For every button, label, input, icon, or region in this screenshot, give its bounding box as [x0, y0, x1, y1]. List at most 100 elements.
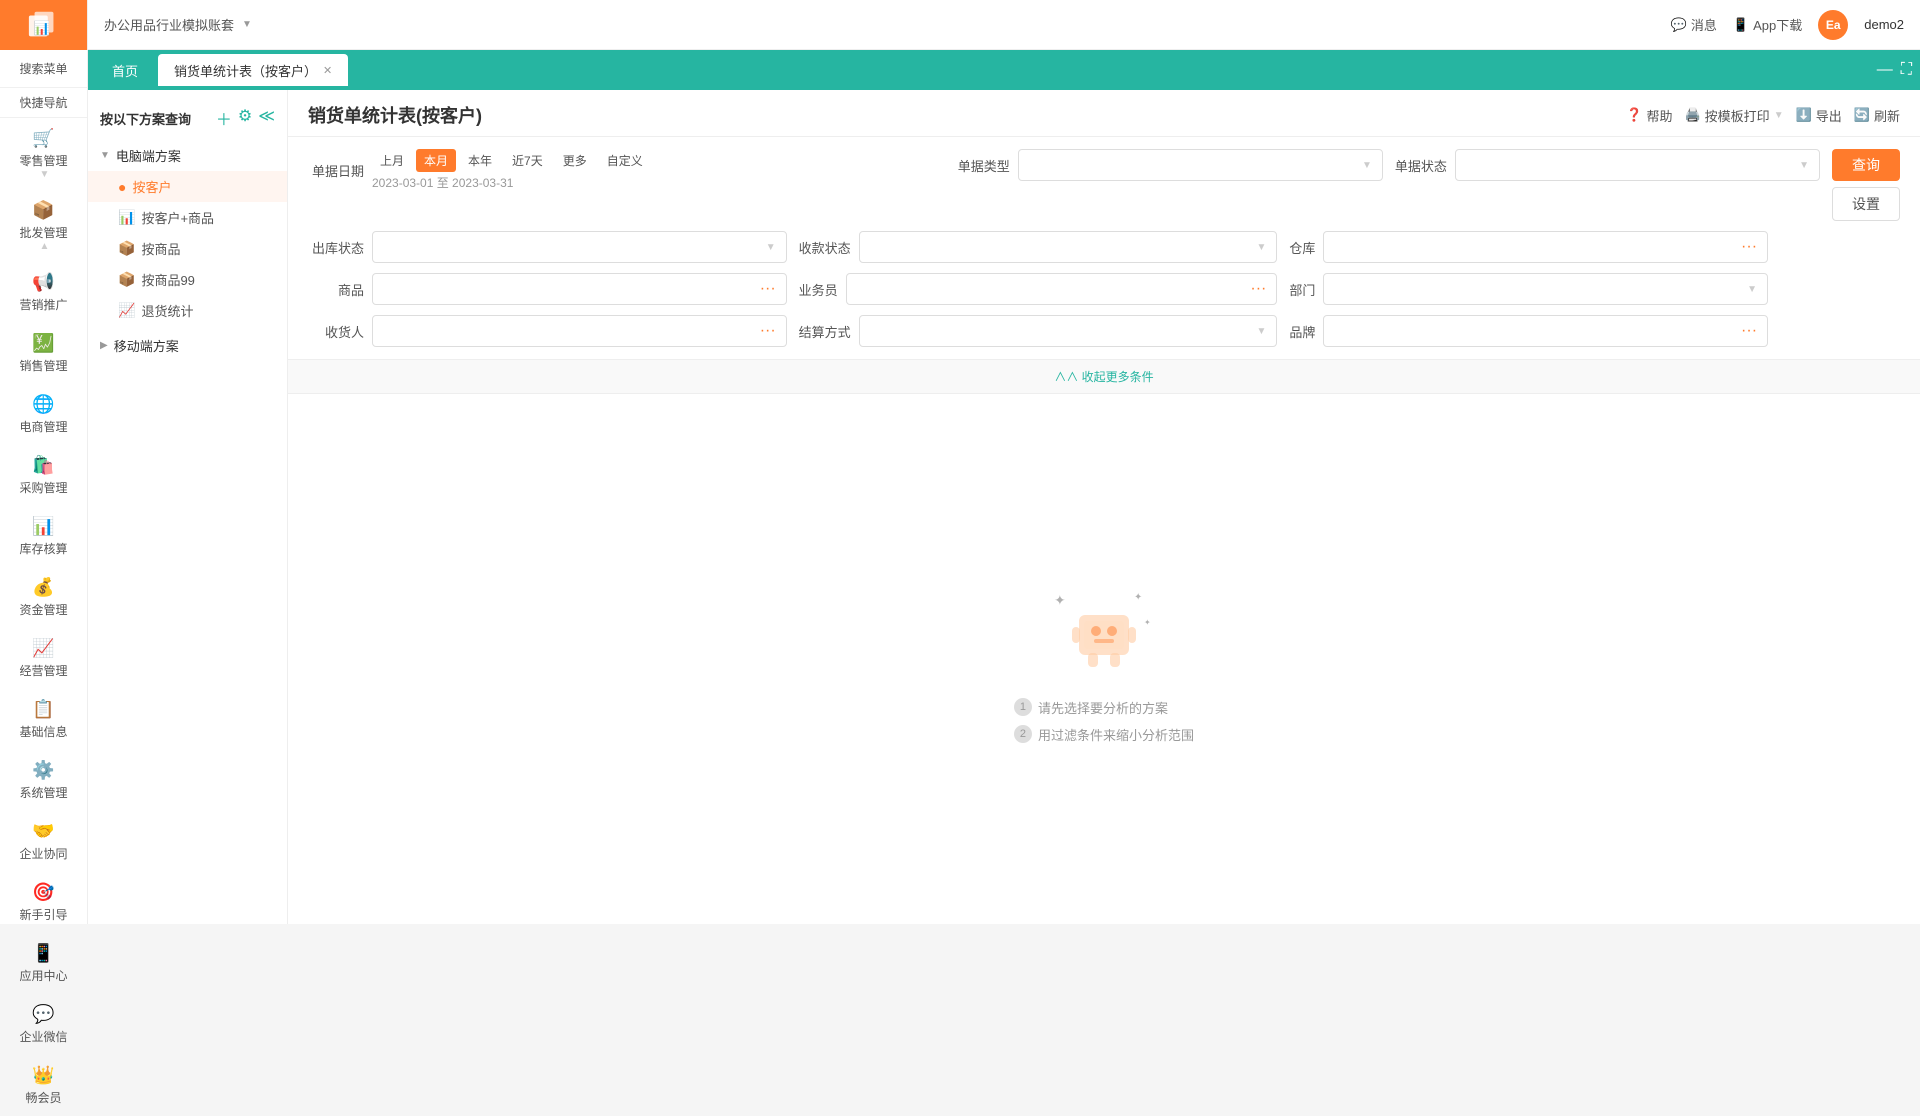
sidebar-item-member[interactable]: 👑 畅会员 — [0, 1055, 87, 1116]
collapse-panel-icon[interactable]: ≪ — [258, 106, 275, 130]
recipient-input[interactable]: ··· — [372, 315, 787, 347]
message-button[interactable]: 💬 消息 — [1671, 15, 1717, 34]
edit-scheme-icon[interactable]: ⚙ — [238, 106, 252, 130]
recipient-dots-icon[interactable]: ··· — [760, 322, 776, 340]
recipient-label: 收货人 — [308, 322, 364, 341]
tab-close-icon[interactable]: ✕ — [323, 64, 332, 77]
tip-text-2: 用过滤条件来缩小分析范围 — [1038, 725, 1194, 744]
sidebar-ecommerce-label: 电商管理 — [19, 418, 67, 435]
sidebar-item-sales[interactable]: 💹 销售管理 — [0, 323, 87, 384]
retail-arrow-icon: ▼ — [40, 169, 50, 180]
app-download-button[interactable]: 📱 App下载 — [1733, 15, 1802, 34]
company-selector[interactable]: 办公用品行业模拟账套 ▼ — [104, 15, 252, 34]
sidebar-item-appcenter[interactable]: 📱 应用中心 — [0, 933, 87, 994]
sidebar-item-marketing[interactable]: 📢 营销推广 — [0, 262, 87, 323]
brand-input[interactable]: ··· — [1323, 315, 1768, 347]
tree-child-return-stat[interactable]: 📈 退货统计 — [88, 295, 287, 326]
tree-child-by-customer[interactable]: ● 按客户 — [88, 171, 287, 202]
tab-sales-stat[interactable]: 销货单统计表（按客户） ✕ — [158, 54, 348, 86]
member-icon: 👑 — [32, 1065, 54, 1086]
warehouse-input[interactable]: ··· — [1323, 231, 1768, 263]
tab-home[interactable]: 首页 — [96, 54, 154, 86]
status-select[interactable]: ▼ — [1455, 149, 1820, 181]
sidebar-item-wholesale[interactable]: 📦 批发管理 ▲ — [0, 190, 87, 262]
company-dropdown-icon: ▼ — [242, 19, 252, 30]
sidebar-item-basic[interactable]: 📋 基础信息 — [0, 689, 87, 750]
export-label: 导出 — [1816, 106, 1842, 125]
tab-sales-stat-label: 销货单统计表（按客户） — [174, 61, 317, 80]
tab-maximize-icon[interactable]: ⛶ — [1901, 61, 1912, 79]
payment-method-dropdown-icon: ▼ — [1256, 326, 1266, 337]
refresh-button[interactable]: 🔄 刷新 — [1854, 106, 1900, 125]
print-button[interactable]: 🖨️ 按模板打印 ▼ — [1684, 106, 1783, 125]
page-actions: ❓ 帮助 🖨️ 按模板打印 ▼ ⬇️ 导出 🔄 刷新 — [1626, 106, 1900, 125]
sidebar: 📊 搜索菜单 快捷导航 🛒 零售管理 ▼ 📦 批发管理 ▲ 📢 营销推广 💹 销… — [0, 0, 88, 924]
date-tab-7days[interactable]: 近7天 — [504, 149, 551, 172]
status-dropdown-icon: ▼ — [1799, 160, 1809, 171]
sidebar-item-enterprise[interactable]: 🤝 企业协同 — [0, 811, 87, 872]
tree-parent-pc[interactable]: ▼ 电脑端方案 — [88, 140, 287, 171]
dept-select[interactable]: ▼ — [1323, 273, 1768, 305]
sidebar-item-inventory[interactable]: 📊 库存核算 — [0, 506, 87, 567]
sidebar-item-purchase[interactable]: 🛍️ 采购管理 — [0, 445, 87, 506]
user-avatar[interactable]: Ea — [1818, 10, 1848, 40]
date-tab-more[interactable]: 更多 — [555, 149, 595, 172]
sidebar-operation-label: 经营管理 — [19, 662, 67, 679]
right-content: 销货单统计表(按客户) ❓ 帮助 🖨️ 按模板打印 ▼ ⬇️ 导出 — [288, 90, 1920, 924]
brand-dots-icon[interactable]: ··· — [1741, 322, 1757, 340]
help-button[interactable]: ❓ 帮助 — [1626, 106, 1672, 125]
tree-parent-label: 电脑端方案 — [116, 146, 181, 165]
date-tab-current-month[interactable]: 本月 — [416, 149, 456, 172]
tree-mobile-expand-icon: ▶ — [100, 340, 108, 351]
tree-child-by-goods[interactable]: 📦 按商品 — [88, 233, 287, 264]
app-icon: 📱 — [1733, 17, 1749, 33]
message-label: 消息 — [1691, 15, 1717, 34]
sidebar-retail-label: 零售管理 — [19, 152, 67, 169]
sidebar-item-operation[interactable]: 📈 经营管理 — [0, 628, 87, 689]
user-initials: Ea — [1826, 18, 1841, 32]
goods-dots-icon[interactable]: ··· — [760, 280, 776, 298]
sidebar-item-retail[interactable]: 🛒 零售管理 ▼ — [0, 118, 87, 190]
by-customer-goods-icon: 📊 — [118, 209, 135, 226]
svg-text:📊: 📊 — [33, 21, 49, 36]
refresh-label: 刷新 — [1874, 106, 1900, 125]
date-tab-custom[interactable]: 自定义 — [599, 149, 651, 172]
empty-tip-2: 2 用过滤条件来缩小分析范围 — [1014, 725, 1194, 744]
tree-child-by-goods99[interactable]: 📦 按商品99 — [88, 264, 287, 295]
svg-text:✦: ✦ — [1144, 618, 1151, 627]
sidebar-logo: 📊 — [0, 0, 87, 50]
empty-state: ✦ ✦ ✦ 1 请先选择要分析的方案 2 用过滤条件来缩小分析范围 — [288, 394, 1920, 924]
goods-input[interactable]: ··· — [372, 273, 787, 305]
sidebar-item-finance[interactable]: 💰 资金管理 — [0, 567, 87, 628]
collapse-bar[interactable]: ∧∧ 收起更多条件 — [288, 360, 1920, 394]
payment-status-select[interactable]: ▼ — [859, 231, 1278, 263]
date-tab-current-year[interactable]: 本年 — [460, 149, 500, 172]
tab-minimize-icon[interactable]: — — [1877, 61, 1893, 79]
page-header: 销货单统计表(按客户) ❓ 帮助 🖨️ 按模板打印 ▼ ⬇️ 导出 — [288, 90, 1920, 137]
tree-child-by-customer-goods[interactable]: 📊 按客户+商品 — [88, 202, 287, 233]
query-button[interactable]: 查询 — [1832, 149, 1900, 181]
export-button[interactable]: ⬇️ 导出 — [1796, 106, 1842, 125]
sidebar-item-ecommerce[interactable]: 🌐 电商管理 — [0, 384, 87, 445]
sidebar-item-wechat[interactable]: 💬 企业微信 — [0, 994, 87, 1055]
empty-svg: ✦ ✦ ✦ — [1044, 575, 1164, 675]
date-tab-last-month[interactable]: 上月 — [372, 149, 412, 172]
sidebar-search-section[interactable]: 搜索菜单 — [0, 50, 87, 88]
tree-mobile-label: 移动端方案 — [114, 336, 179, 355]
user-name[interactable]: demo2 — [1864, 17, 1904, 32]
operation-icon: 📈 — [32, 638, 54, 659]
tree-parent-mobile[interactable]: ▶ 移动端方案 — [88, 330, 287, 361]
staff-input[interactable]: ··· — [846, 273, 1278, 305]
staff-dots-icon[interactable]: ··· — [1250, 280, 1266, 298]
stock-out-select[interactable]: ▼ — [372, 231, 787, 263]
sidebar-quicknav-section[interactable]: 快捷导航 — [0, 88, 87, 118]
settings-button[interactable]: 设置 — [1832, 187, 1900, 221]
add-scheme-icon[interactable]: ＋ — [216, 106, 232, 130]
sidebar-item-system[interactable]: ⚙️ 系统管理 — [0, 750, 87, 811]
payment-method-select[interactable]: ▼ — [859, 315, 1278, 347]
warehouse-dots-icon[interactable]: ··· — [1741, 238, 1757, 256]
left-panel-title: 按以下方案查询 — [100, 109, 191, 128]
tip-text-1: 请先选择要分析的方案 — [1038, 698, 1168, 717]
sales-icon: 💹 — [32, 333, 54, 354]
type-select[interactable]: ▼ — [1018, 149, 1383, 181]
